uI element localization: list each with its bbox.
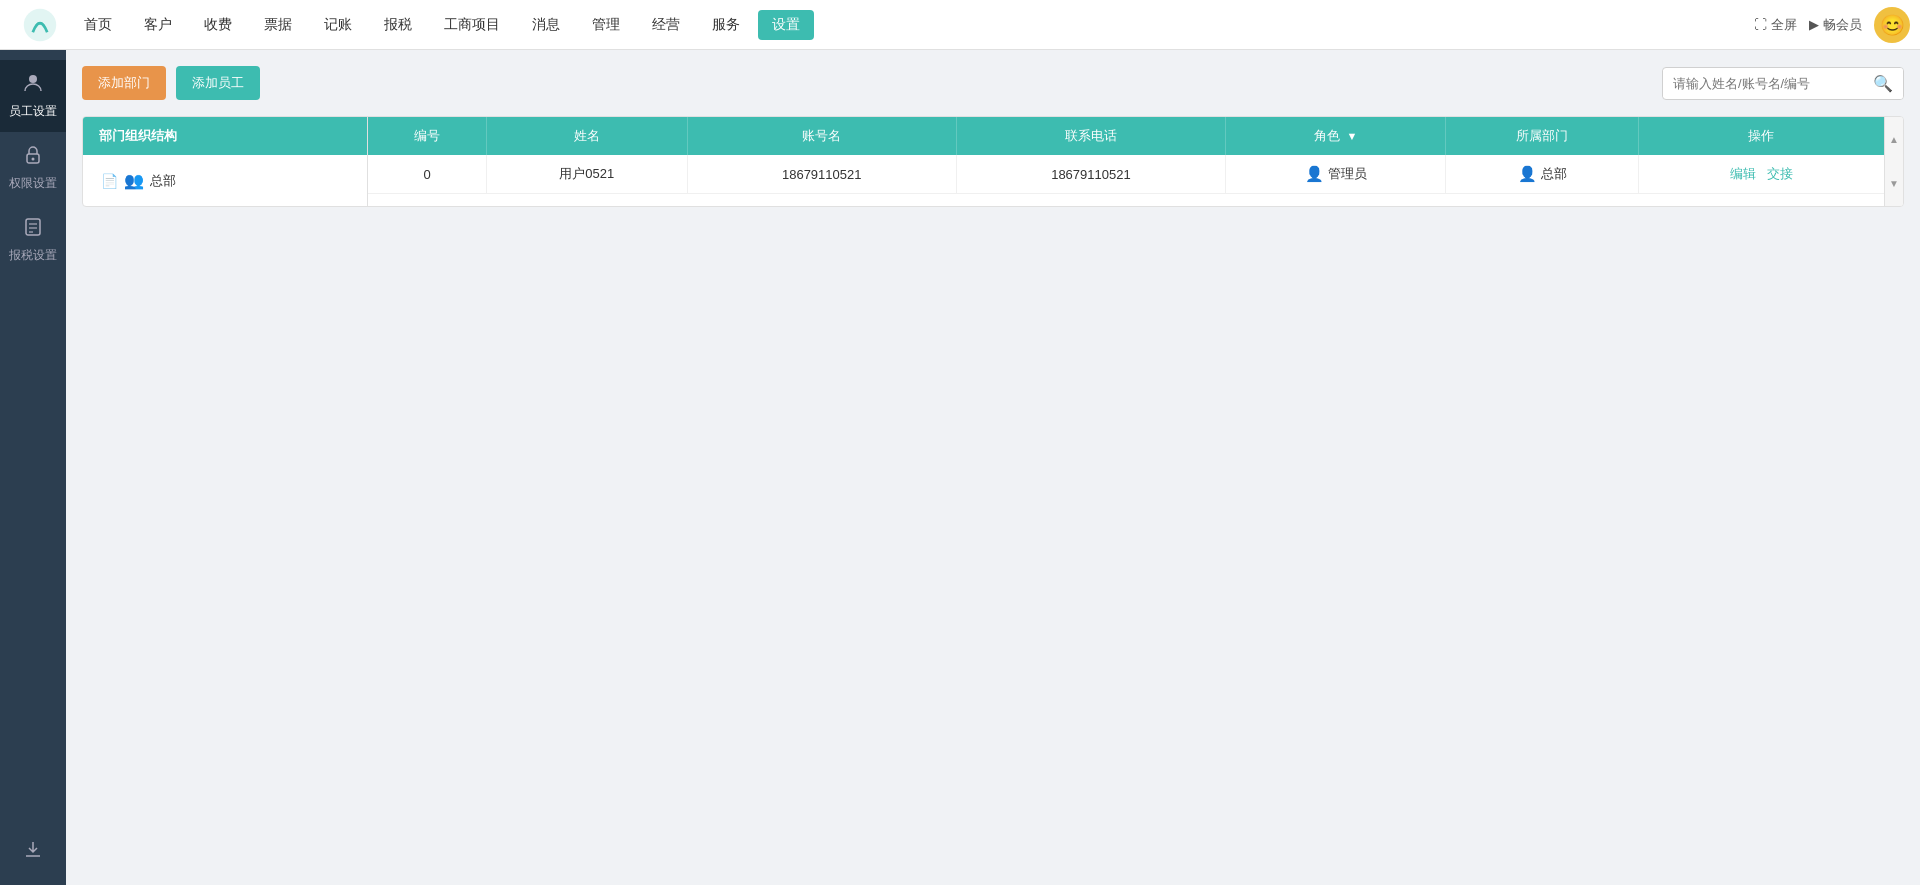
dept-user-icon: 👤 (1518, 165, 1537, 183)
col-dept: 所属部门 (1446, 117, 1638, 155)
col-action: 操作 (1638, 117, 1884, 155)
nav-manage[interactable]: 管理 (578, 10, 634, 40)
nav-settings[interactable]: 设置 (758, 10, 814, 40)
col-phone: 联系电话 (956, 117, 1225, 155)
avatar[interactable]: 😊 (1874, 7, 1910, 43)
svg-point-1 (29, 75, 37, 83)
svg-point-0 (24, 8, 56, 40)
member-icon: ▶ (1809, 17, 1819, 32)
nav-business[interactable]: 工商项目 (430, 10, 514, 40)
sidebar-bottom-btn[interactable] (0, 826, 66, 875)
nav-home[interactable]: 首页 (70, 10, 126, 40)
sidebar-item-tax-settings[interactable]: 报税设置 (0, 204, 66, 276)
nav-bill[interactable]: 票据 (250, 10, 306, 40)
download-icon (22, 838, 44, 863)
permissions-icon (22, 144, 44, 171)
cell-actions: 编辑 交接 (1638, 155, 1884, 194)
fullscreen-label: 全屏 (1771, 16, 1797, 34)
cell-phone: 18679110521 (956, 155, 1225, 194)
dept-tree-header: 部门组织结构 (83, 117, 367, 155)
search-box: 🔍 (1662, 67, 1904, 100)
staff-table: 编号 姓名 账号名 联系电话 角色 ▼ 所属部门 操作 0 (368, 117, 1884, 206)
fullscreen-icon: ⛶ (1754, 17, 1767, 32)
tax-settings-icon (22, 216, 44, 243)
fullscreen-btn[interactable]: ⛶ 全屏 (1754, 16, 1797, 34)
role-user-icon: 👤 (1305, 165, 1324, 183)
top-nav: 首页 客户 收费 票据 记账 报税 工商项目 消息 管理 经营 服务 设置 ⛶ … (0, 0, 1920, 50)
dept-tree-panel: 部门组织结构 📄 👥 总部 (83, 117, 368, 206)
col-name: 姓名 (487, 117, 688, 155)
add-staff-button[interactable]: 添加员工 (176, 66, 260, 100)
cell-name: 用户0521 (487, 155, 688, 194)
dept-user-icon: 👥 (124, 171, 144, 190)
cell-role: 👤 管理员 (1226, 155, 1446, 194)
table-scroll-controls: ▲ ▼ (1884, 117, 1903, 206)
add-dept-button[interactable]: 添加部门 (82, 66, 166, 100)
col-role: 角色 ▼ (1226, 117, 1446, 155)
sidebar-item-employee[interactable]: 员工设置 (0, 60, 66, 132)
member-label: 畅会员 (1823, 16, 1862, 34)
search-icon: 🔍 (1873, 75, 1893, 92)
sidebar-item-permissions[interactable]: 权限设置 (0, 132, 66, 204)
sidebar: 员工设置 权限设置 报税设置 (0, 50, 66, 885)
nav-operation[interactable]: 经营 (638, 10, 694, 40)
nav-tax[interactable]: 报税 (370, 10, 426, 40)
col-id: 编号 (368, 117, 487, 155)
nav-customer[interactable]: 客户 (130, 10, 186, 40)
nav-fee[interactable]: 收费 (190, 10, 246, 40)
dept-name-cell: 总部 (1541, 165, 1567, 183)
role-name: 管理员 (1328, 165, 1367, 183)
col-account: 账号名 (687, 117, 956, 155)
logo (10, 7, 70, 43)
table-row: 0 用户0521 18679110521 18679110521 👤 管理员 👤… (368, 155, 1884, 194)
scroll-down-button[interactable]: ▼ (1885, 162, 1903, 207)
search-input[interactable] (1663, 70, 1863, 97)
search-button[interactable]: 🔍 (1863, 68, 1903, 99)
cell-id: 0 (368, 155, 487, 194)
cell-account: 18679110521 (687, 155, 956, 194)
main-content: 添加部门 添加员工 🔍 部门组织结构 📄 👥 总部 (66, 50, 1920, 885)
edit-link[interactable]: 编辑 (1730, 166, 1756, 181)
sidebar-tax-settings-label: 报税设置 (9, 247, 57, 264)
cell-dept: 👤 总部 (1446, 155, 1638, 194)
dept-tree-item-root[interactable]: 📄 👥 总部 (93, 165, 357, 196)
sidebar-employee-label: 员工设置 (9, 103, 57, 120)
dept-name: 总部 (150, 172, 176, 190)
scroll-up-button[interactable]: ▲ (1885, 117, 1903, 162)
svg-rect-4 (26, 219, 40, 235)
table-header-row: 编号 姓名 账号名 联系电话 角色 ▼ 所属部门 操作 (368, 117, 1884, 155)
employee-icon (22, 72, 44, 99)
file-icon: 📄 (101, 173, 118, 189)
svg-point-3 (32, 158, 35, 161)
handover-link[interactable]: 交接 (1767, 166, 1793, 181)
sidebar-permissions-label: 权限设置 (9, 175, 57, 192)
nav-message[interactable]: 消息 (518, 10, 574, 40)
dept-tree-body: 📄 👥 总部 (83, 155, 367, 206)
toolbar: 添加部门 添加员工 🔍 (82, 66, 1904, 100)
nav-service[interactable]: 服务 (698, 10, 754, 40)
nav-items: 首页 客户 收费 票据 记账 报税 工商项目 消息 管理 经营 服务 设置 (70, 10, 1754, 40)
role-filter-icon[interactable]: ▼ (1347, 130, 1358, 142)
nav-accounting[interactable]: 记账 (310, 10, 366, 40)
member-btn[interactable]: ▶ 畅会员 (1809, 16, 1862, 34)
nav-right: ⛶ 全屏 ▶ 畅会员 😊 (1754, 7, 1910, 43)
content-area: 部门组织结构 📄 👥 总部 编号 姓名 账号名 联系电话 (82, 116, 1904, 207)
